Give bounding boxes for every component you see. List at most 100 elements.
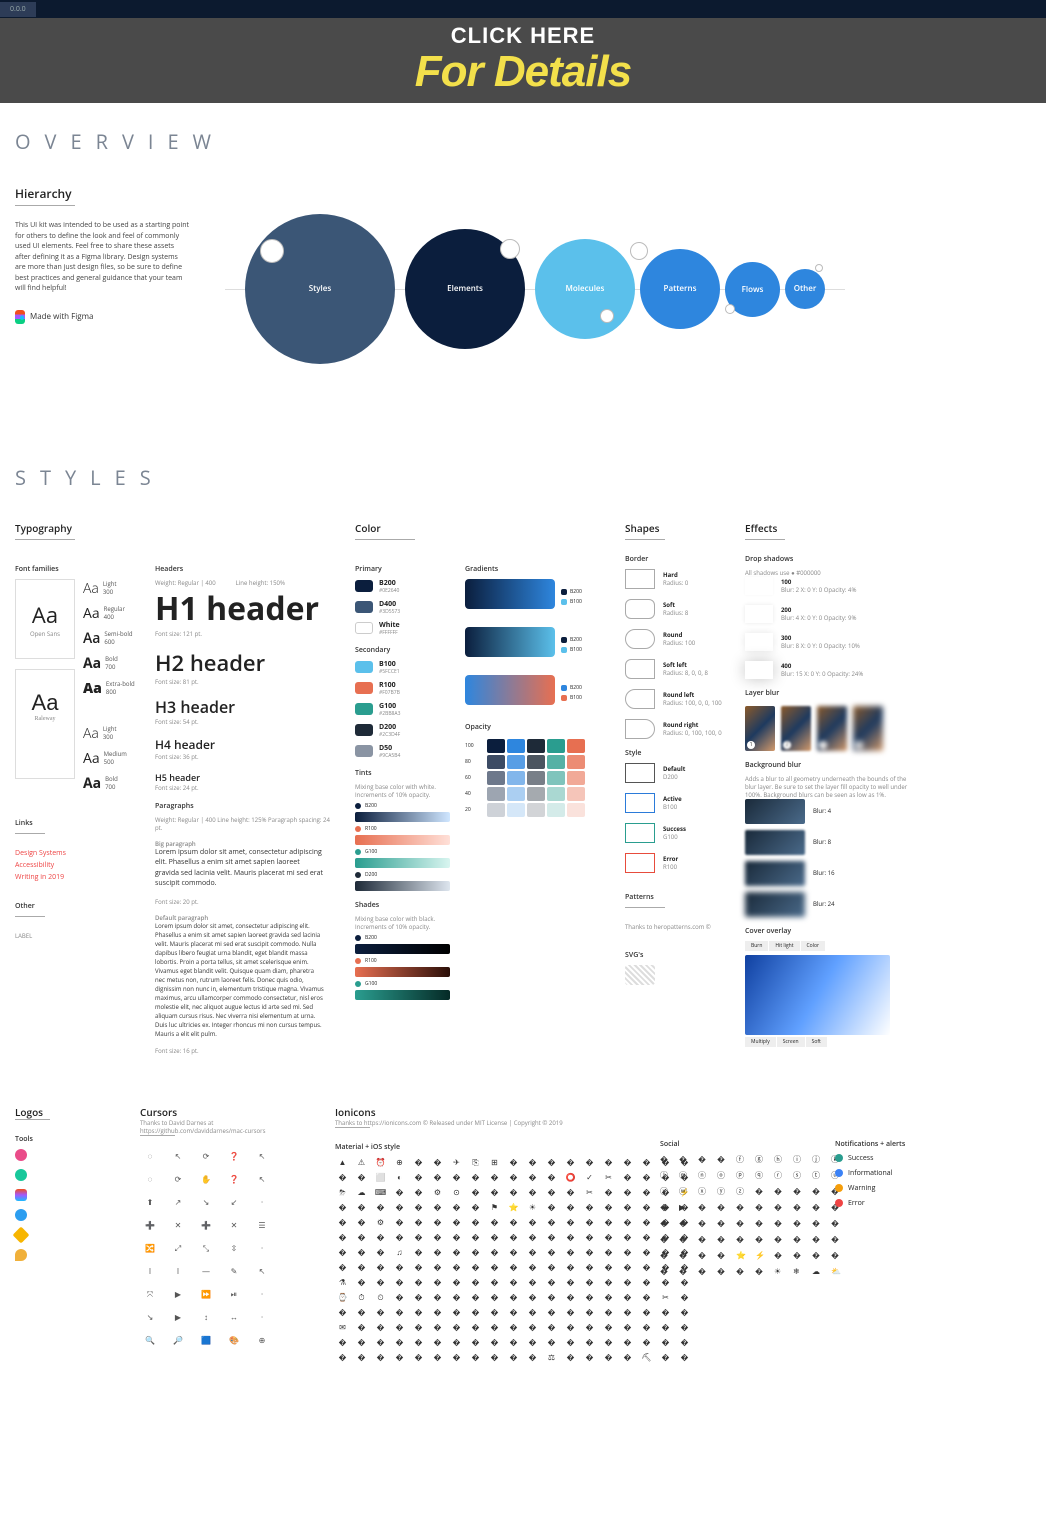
ion-icon: � — [544, 1232, 559, 1243]
h5-sample: H5 header — [155, 771, 335, 784]
opacity-grid: 100 80 60 40 20 — [465, 737, 605, 817]
typography-title: Typography — [15, 521, 335, 535]
ion-icon: ⏱ — [354, 1292, 369, 1303]
cursor-icon: ➕ — [140, 1220, 160, 1231]
cursor-icon: 🟦 — [196, 1335, 216, 1346]
ion-icon: � — [335, 1307, 350, 1318]
ion-icon: � — [506, 1247, 521, 1258]
social-icon: � — [812, 1234, 826, 1245]
ion-icon: � — [601, 1277, 616, 1288]
social-icon: ⓟ — [736, 1170, 750, 1181]
social-icon: � — [812, 1202, 826, 1213]
cursor-icon: I — [140, 1266, 160, 1277]
ion-icon: ☁ — [354, 1187, 369, 1198]
ion-icon: � — [392, 1352, 407, 1363]
ion-icon: � — [468, 1277, 483, 1288]
social-icon: � — [755, 1202, 769, 1213]
ion-icon: � — [392, 1322, 407, 1333]
ion-icon: � — [525, 1277, 540, 1288]
patterns-label: Patterns — [625, 893, 725, 902]
ion-icon: � — [582, 1217, 597, 1228]
cursor-icon: ⏩ — [196, 1289, 216, 1300]
ion-icon: � — [468, 1232, 483, 1243]
link-1[interactable]: Design Systems — [15, 849, 145, 858]
figma-icon — [15, 310, 25, 324]
cursor-icon: ↔ — [224, 1312, 244, 1323]
link-3[interactable]: Writing in 2019 — [15, 873, 145, 882]
cursor-icon: 🔀 — [140, 1243, 160, 1254]
social-icon: � — [812, 1186, 826, 1197]
ion-icon: ♫ — [392, 1247, 407, 1258]
cursor-icon: ⏯ — [224, 1289, 244, 1300]
ion-icon: � — [392, 1217, 407, 1228]
ion-icon: ✂ — [601, 1172, 616, 1183]
ion-icon: � — [639, 1277, 654, 1288]
ion-icon: � — [563, 1202, 578, 1213]
promo-banner[interactable]: CLICK HERE For Details — [0, 18, 1046, 103]
ion-icon: � — [373, 1322, 388, 1333]
cursor-icon: · — [252, 1197, 272, 1208]
cursor-icon: ➕ — [196, 1220, 216, 1231]
ion-icon: � — [354, 1277, 369, 1288]
ion-icon: � — [563, 1337, 578, 1348]
social-icon: � — [660, 1202, 674, 1213]
cursor-icon: ☰ — [252, 1220, 272, 1231]
cursor-icon: 🔎 — [168, 1335, 188, 1346]
social-icon: ⓖ — [755, 1154, 769, 1165]
ion-icon: � — [563, 1352, 578, 1363]
social-icon: � — [698, 1218, 712, 1229]
ion-icon: � — [392, 1202, 407, 1213]
ion-icon: � — [544, 1187, 559, 1198]
ion-icon: � — [354, 1202, 369, 1213]
ion-icon: � — [620, 1337, 635, 1348]
ion-icon: � — [620, 1307, 635, 1318]
ion-icon: ⭐ — [506, 1202, 521, 1213]
cursor-icon: ⇳ — [224, 1243, 244, 1254]
cursor-icon: ✕ — [224, 1220, 244, 1231]
font-raleway: Aa Raleway — [15, 669, 75, 779]
ion-icon: � — [468, 1307, 483, 1318]
ion-icon: � — [639, 1217, 654, 1228]
ion-icon: � — [639, 1262, 654, 1273]
cursor-icon: ↖ — [252, 1174, 272, 1185]
ion-icon: � — [487, 1292, 502, 1303]
ion-icon: � — [411, 1232, 426, 1243]
ion-icon: ✓ — [582, 1172, 597, 1183]
dribbble-icon — [15, 1149, 27, 1161]
ion-icon: � — [468, 1247, 483, 1258]
ion-icon: � — [392, 1232, 407, 1243]
social-icon: ⓩ — [736, 1186, 750, 1197]
cover-overlay-image — [745, 955, 890, 1035]
ion-icon: � — [525, 1172, 540, 1183]
ion-icon: � — [525, 1262, 540, 1273]
ion-icon: ⏲ — [373, 1292, 388, 1303]
ion-icon: � — [639, 1337, 654, 1348]
ion-icon: � — [639, 1202, 654, 1213]
ion-icon: � — [525, 1337, 540, 1348]
notif-success: Success — [835, 1154, 955, 1163]
banner-line2: For Details — [415, 47, 631, 97]
ion-icon: � — [544, 1322, 559, 1333]
ion-icon: � — [582, 1307, 597, 1318]
notif-error: Error — [835, 1199, 955, 1208]
social-icon: � — [774, 1186, 788, 1197]
social-icon: � — [717, 1250, 731, 1261]
social-icon: � — [812, 1218, 826, 1229]
ion-icon: � — [525, 1322, 540, 1333]
bg-blur-label: Background blur — [745, 761, 915, 770]
cursor-icon: ⤡ — [196, 1243, 216, 1254]
ion-icon: � — [620, 1187, 635, 1198]
ion-icon: � — [430, 1232, 445, 1243]
ion-icon: � — [335, 1232, 350, 1243]
social-icon: � — [793, 1186, 807, 1197]
link-2[interactable]: Accessibility — [15, 861, 145, 870]
ion-icon: � — [563, 1292, 578, 1303]
ion-icon: � — [430, 1157, 445, 1168]
figma-label: Made with Figma — [30, 311, 94, 322]
cursor-icon: ⬆ — [140, 1197, 160, 1208]
ion-icon: � — [506, 1307, 521, 1318]
ion-icon: � — [620, 1172, 635, 1183]
ion-icon: � — [620, 1292, 635, 1303]
ion-icon: � — [544, 1307, 559, 1318]
default-paragraph: Lorem ipsum dolor sit amet, consectetur … — [155, 922, 325, 1039]
